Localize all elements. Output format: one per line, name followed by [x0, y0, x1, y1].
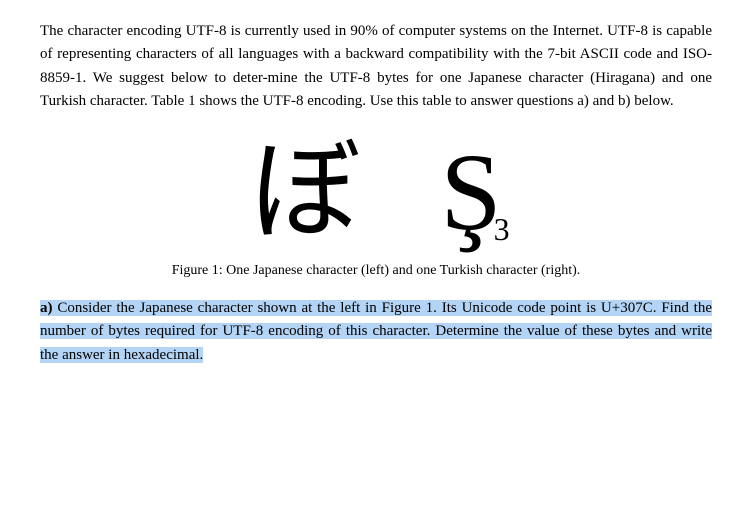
question-section: a) Consider the Japanese character shown… — [40, 297, 712, 367]
japanese-character: ぼ — [250, 137, 360, 247]
figure-container: ぼ Ş3 Figure 1: One Japanese character (l… — [40, 137, 712, 279]
characters-row: ぼ Ş3 — [250, 137, 501, 247]
question-a-label: a) — [40, 300, 53, 316]
turkish-character-wrapper: Ş3 — [440, 137, 501, 247]
intro-paragraph: The character encoding UTF-8 is currentl… — [40, 20, 712, 113]
question-a-highlighted-block: a) Consider the Japanese character shown… — [40, 300, 712, 363]
question-a-highlight: this character — [346, 323, 427, 339]
figure-caption: Figure 1: One Japanese character (left) … — [172, 263, 581, 279]
question-a-block: a) Consider the Japanese character shown… — [40, 297, 712, 367]
turkish-subscript: 3 — [494, 213, 510, 245]
turkish-character: Ş — [440, 137, 501, 247]
